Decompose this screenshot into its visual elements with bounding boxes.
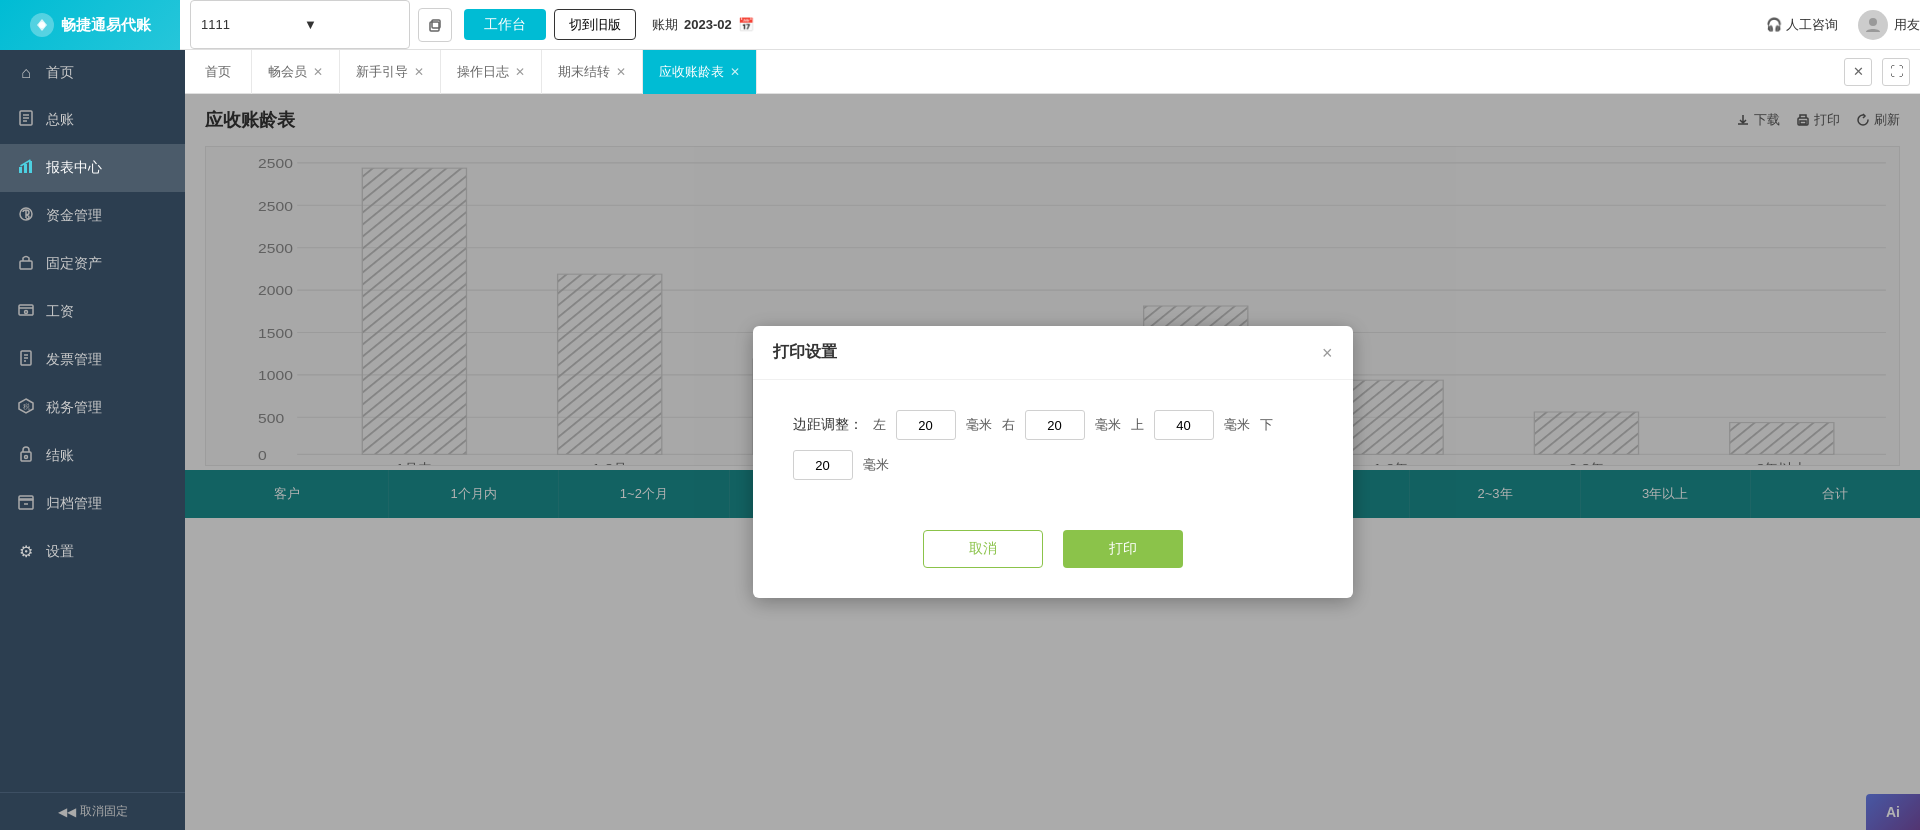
settings-icon: ⚙ — [16, 542, 36, 561]
sidebar-item-funds[interactable]: 资金管理 — [0, 192, 185, 240]
svg-rect-13 — [20, 261, 32, 269]
sidebar-item-assets[interactable]: 固定资产 — [0, 240, 185, 288]
svg-rect-25 — [19, 496, 33, 500]
sidebar-item-settings[interactable]: ⚙ 设置 — [0, 528, 185, 575]
tab-period-end[interactable]: 期末结转 ✕ — [542, 50, 643, 94]
sidebar-item-closing[interactable]: 结账 — [0, 432, 185, 480]
copy-icon-button[interactable] — [418, 8, 452, 42]
bottom-direction-label: 下 — [1260, 416, 1273, 434]
content-area: 首页 畅会员 ✕ 新手引导 ✕ 操作日志 ✕ 期末结转 ✕ 应收账龄表 ✕ — [185, 50, 1920, 830]
page-content: 应收账龄表 下载 — [185, 94, 1920, 830]
copy-icon — [427, 17, 443, 33]
tab-close-oplog[interactable]: ✕ — [515, 66, 525, 78]
right-direction-label: 右 — [1002, 416, 1015, 434]
calendar-icon[interactable]: 📅 — [738, 17, 754, 32]
tab-close-vip[interactable]: ✕ — [313, 66, 323, 78]
svg-rect-10 — [24, 164, 27, 173]
assets-icon — [16, 254, 36, 274]
sidebar-item-ledger[interactable]: 总账 — [0, 96, 185, 144]
dialog-footer: 取消 打印 — [753, 510, 1353, 598]
sidebar-item-tax[interactable]: 税 税务管理 — [0, 384, 185, 432]
period-label: 账期 — [652, 16, 678, 34]
svg-rect-9 — [19, 167, 22, 173]
pin-icon: ◀◀ — [58, 805, 76, 819]
headset-icon: 🎧 — [1766, 17, 1782, 32]
print-settings-dialog: 打印设置 × 边距调整： 左 毫米 右 毫米 上 — [753, 326, 1353, 598]
right-margin-input[interactable] — [1025, 410, 1085, 440]
svg-point-1 — [39, 22, 45, 28]
funds-icon — [16, 206, 36, 226]
dialog-title: 打印设置 — [773, 342, 1322, 363]
salary-icon — [16, 302, 36, 322]
margin-label: 边距调整： — [793, 416, 863, 434]
tab-ar-aging[interactable]: 应收账龄表 ✕ — [643, 50, 757, 94]
tab-oplog[interactable]: 操作日志 ✕ — [441, 50, 542, 94]
switch-old-button[interactable]: 切到旧版 — [554, 9, 636, 40]
left-direction-label: 左 — [873, 416, 886, 434]
svg-point-4 — [1869, 18, 1877, 26]
sidebar-scroll: ⌂ 首页 总账 — [0, 50, 185, 792]
right-unit-label: 毫米 — [1095, 416, 1121, 434]
tax-icon: 税 — [16, 398, 36, 418]
sidebar-item-home[interactable]: ⌂ 首页 — [0, 50, 185, 96]
logo: 畅捷通易代账 — [0, 0, 180, 50]
modal-overlay: 打印设置 × 边距调整： 左 毫米 右 毫米 上 — [185, 94, 1920, 830]
workbench-button[interactable]: 工作台 — [464, 9, 546, 40]
svg-text:税: 税 — [23, 403, 30, 410]
tab-home[interactable]: 首页 — [195, 50, 252, 94]
top-unit-label: 毫米 — [1224, 416, 1250, 434]
svg-rect-11 — [29, 161, 32, 173]
margin-form-row: 边距调整： 左 毫米 右 毫米 上 毫米 下 毫米 — [793, 410, 1313, 480]
cancel-button[interactable]: 取消 — [923, 530, 1043, 568]
sidebar-collapse-button[interactable]: ◀◀ 取消固定 — [0, 792, 185, 830]
sidebar-item-reports[interactable]: 报表中心 — [0, 144, 185, 192]
service-button[interactable]: 🎧 人工咨询 — [1766, 16, 1838, 34]
archive-icon — [16, 494, 36, 514]
tab-close-period-end[interactable]: ✕ — [616, 66, 626, 78]
bottom-margin-input[interactable] — [793, 450, 853, 480]
home-icon: ⌂ — [16, 64, 36, 82]
sidebar-item-invoice[interactable]: 发票管理 — [0, 336, 185, 384]
closing-icon — [16, 446, 36, 466]
avatar — [1858, 10, 1888, 40]
tab-close-guide[interactable]: ✕ — [414, 66, 424, 78]
dialog-body: 边距调整： 左 毫米 右 毫米 上 毫米 下 毫米 — [753, 380, 1353, 510]
tab-guide[interactable]: 新手引导 ✕ — [340, 50, 441, 94]
tab-bar: 首页 畅会员 ✕ 新手引导 ✕ 操作日志 ✕ 期末结转 ✕ 应收账龄表 ✕ — [185, 50, 1920, 94]
top-direction-label: 上 — [1131, 416, 1144, 434]
sidebar-item-archive[interactable]: 归档管理 — [0, 480, 185, 528]
svg-point-23 — [25, 456, 28, 459]
sidebar-item-salary[interactable]: 工资 — [0, 288, 185, 336]
bottom-unit-label: 毫米 — [863, 456, 889, 474]
top-margin-input[interactable] — [1154, 410, 1214, 440]
period-value: 2023-02 — [684, 17, 732, 32]
left-unit-label: 毫米 — [966, 416, 992, 434]
dialog-header: 打印设置 × — [753, 326, 1353, 380]
logo-icon — [29, 12, 55, 38]
left-margin-input[interactable] — [896, 410, 956, 440]
tab-close-ar-aging[interactable]: ✕ — [730, 66, 740, 78]
tab-close-window-button[interactable]: ✕ — [1844, 58, 1872, 86]
svg-rect-22 — [21, 452, 31, 461]
user-menu[interactable]: 用友 — [1858, 10, 1920, 40]
invoice-icon — [16, 350, 36, 370]
svg-point-16 — [25, 311, 28, 314]
tab-vip[interactable]: 畅会员 ✕ — [252, 50, 340, 94]
tab-expand-button[interactable]: ⛶ — [1882, 58, 1910, 86]
dialog-close-button[interactable]: × — [1322, 344, 1333, 362]
company-selector[interactable]: 1111 ▼ — [190, 0, 410, 49]
dialog-print-button[interactable]: 打印 — [1063, 530, 1183, 568]
tab-actions: ✕ ⛶ — [1844, 58, 1910, 86]
reports-icon — [16, 158, 36, 178]
ledger-icon — [16, 110, 36, 130]
dropdown-arrow-icon: ▼ — [304, 17, 399, 32]
sidebar: ⌂ 首页 总账 — [0, 50, 185, 830]
